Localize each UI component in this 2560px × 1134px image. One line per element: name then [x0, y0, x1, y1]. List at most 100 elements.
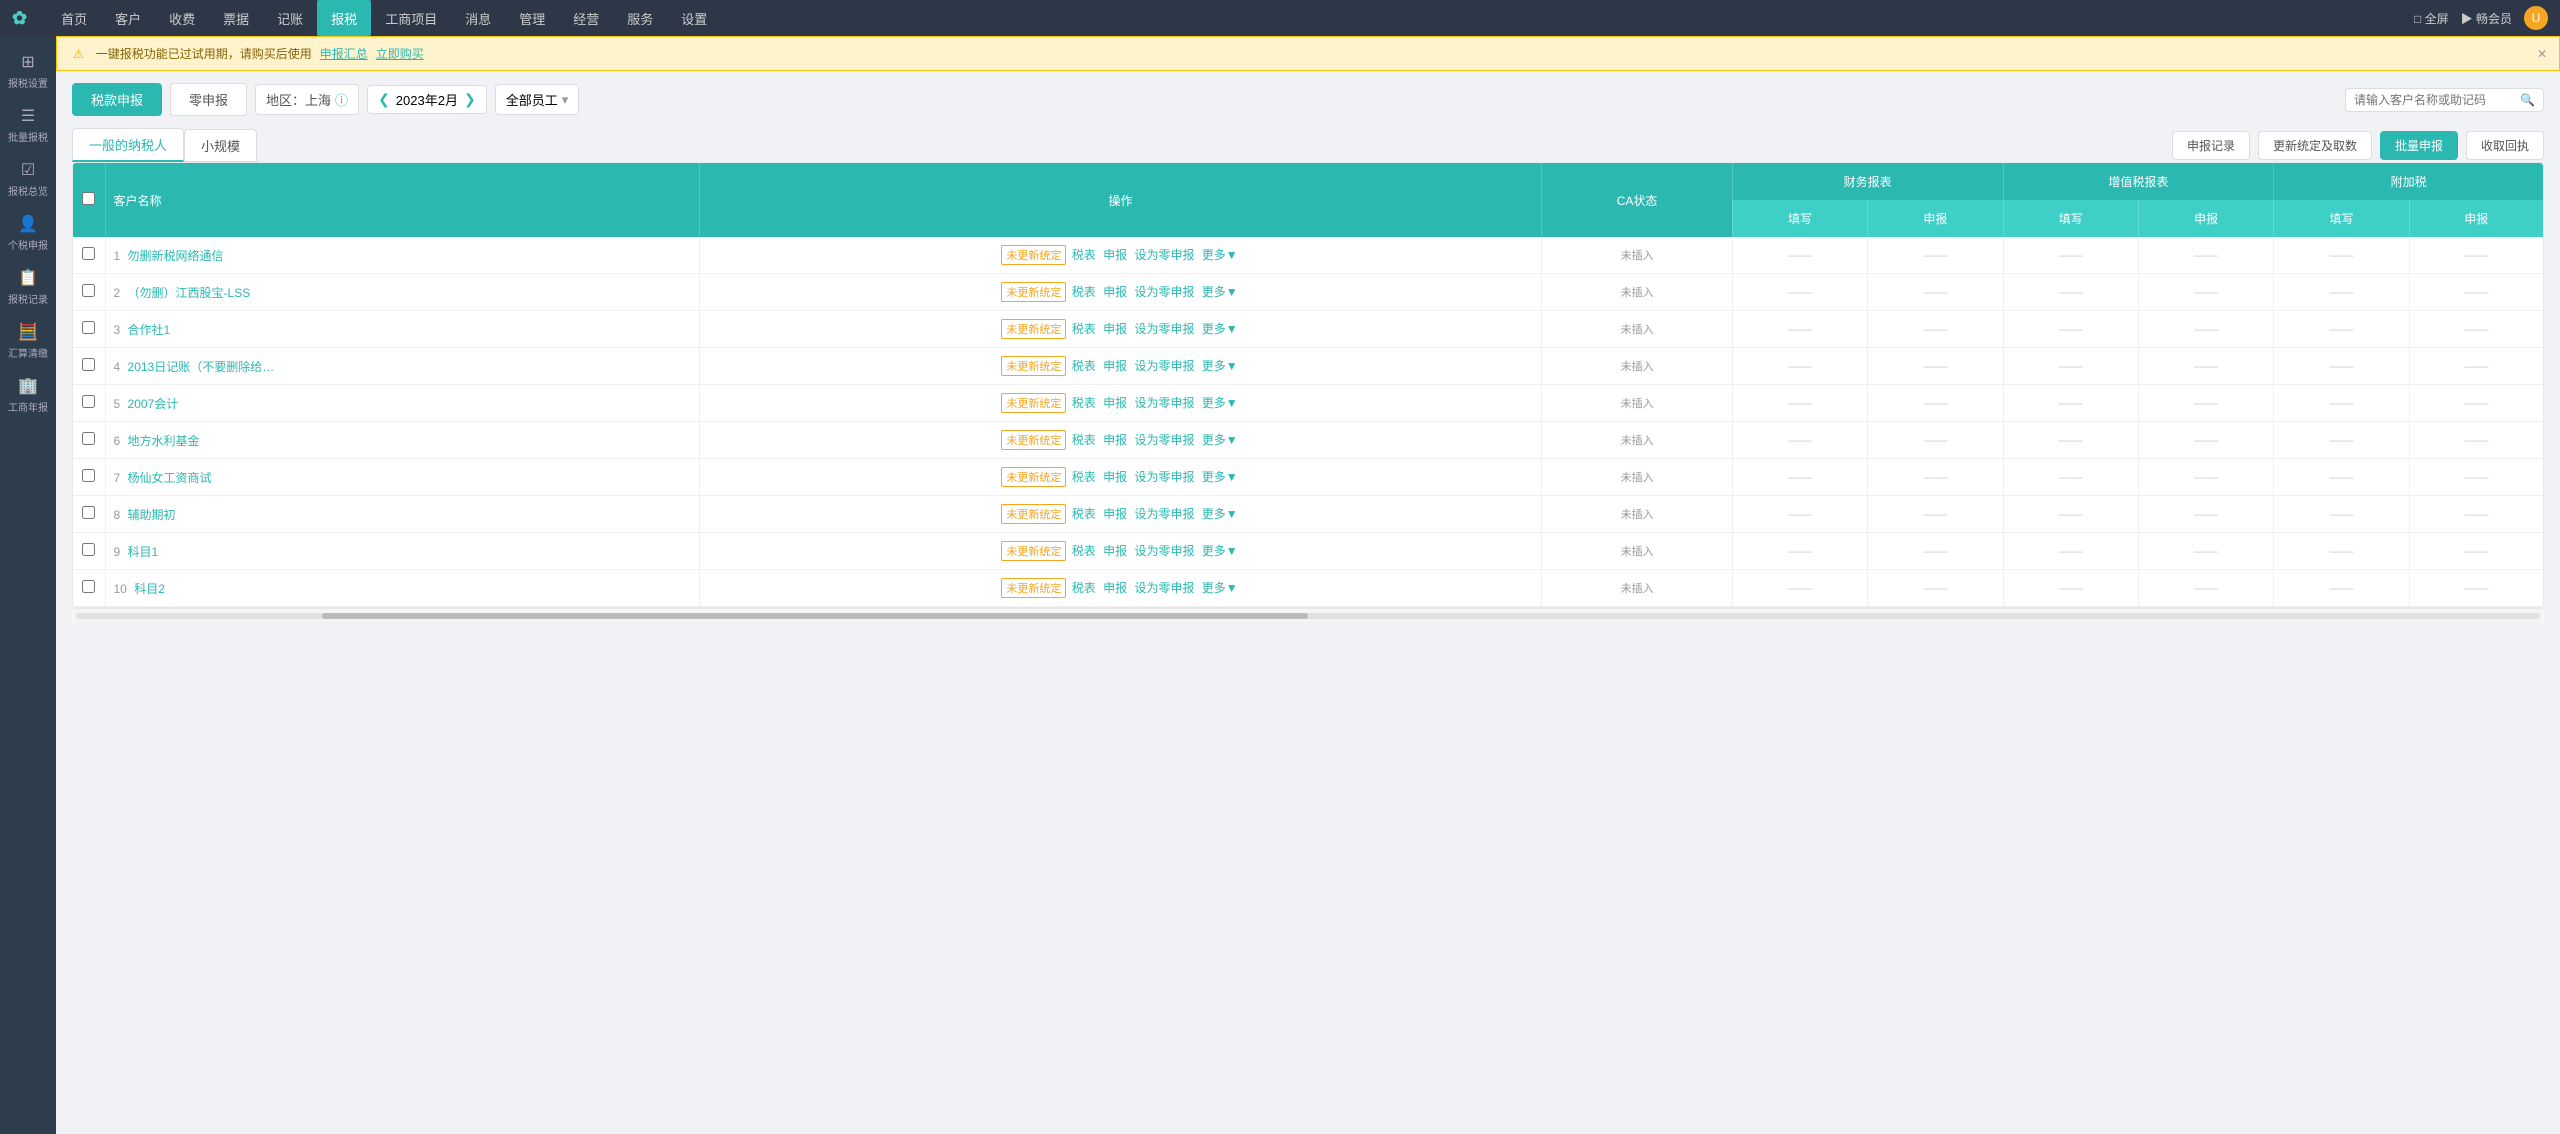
- batch-submit-btn[interactable]: 批量申报: [2380, 131, 2458, 160]
- report-summary-link[interactable]: 申报汇总: [320, 45, 368, 62]
- op-set-zero[interactable]: 设为零申报: [1134, 507, 1194, 521]
- row-checkbox-7[interactable]: [82, 506, 95, 519]
- nav-operation[interactable]: 经营: [559, 0, 613, 36]
- select-all-checkbox[interactable]: [82, 192, 95, 205]
- nav-home[interactable]: 首页: [47, 0, 101, 36]
- sidebar-item-personal-tax[interactable]: 👤 个税申报: [0, 206, 56, 260]
- op-tax-table[interactable]: 税表: [1072, 359, 1096, 373]
- row-checkbox-4[interactable]: [82, 395, 95, 408]
- op-more[interactable]: 更多▼: [1202, 322, 1238, 336]
- op-more[interactable]: 更多▼: [1202, 396, 1238, 410]
- op-submit[interactable]: 申报: [1103, 396, 1127, 410]
- op-tax-table[interactable]: 税表: [1072, 322, 1096, 336]
- op-set-zero[interactable]: 设为零申报: [1134, 470, 1194, 484]
- buy-now-link[interactable]: 立即购买: [376, 45, 424, 62]
- nav-manage[interactable]: 管理: [505, 0, 559, 36]
- nav-account[interactable]: 记账: [263, 0, 317, 36]
- row-client-name[interactable]: （勿删）江西股宝-LSS: [128, 286, 251, 300]
- op-more[interactable]: 更多▼: [1202, 285, 1238, 299]
- op-set-zero[interactable]: 设为零申报: [1134, 248, 1194, 262]
- op-tax-table[interactable]: 税表: [1072, 581, 1096, 595]
- op-more[interactable]: 更多▼: [1202, 544, 1238, 558]
- op-submit[interactable]: 申报: [1103, 470, 1127, 484]
- row-checkbox-9[interactable]: [82, 580, 95, 593]
- op-set-zero[interactable]: 设为零申报: [1134, 544, 1194, 558]
- op-more[interactable]: 更多▼: [1202, 470, 1238, 484]
- tab-zero-declaration[interactable]: 零申报: [170, 83, 247, 116]
- nav-business[interactable]: 工商项目: [371, 0, 451, 36]
- sidebar-item-annual-report[interactable]: 🏢 工商年报: [0, 368, 56, 422]
- op-tax-table[interactable]: 税表: [1072, 470, 1096, 484]
- nav-fee[interactable]: 收费: [155, 0, 209, 36]
- op-submit[interactable]: 申报: [1103, 359, 1127, 373]
- op-set-zero[interactable]: 设为零申报: [1134, 581, 1194, 595]
- sidebar-item-tax-settings[interactable]: ⊞ 报税设置: [0, 44, 56, 98]
- op-submit[interactable]: 申报: [1103, 248, 1127, 262]
- vip-btn[interactable]: ▶ 畅会员: [2461, 10, 2512, 27]
- op-tax-table[interactable]: 税表: [1072, 544, 1096, 558]
- next-month-arrow[interactable]: ❯: [464, 91, 476, 108]
- nav-invoice[interactable]: 票据: [209, 0, 263, 36]
- op-more[interactable]: 更多▼: [1202, 248, 1238, 262]
- search-icon[interactable]: 🔍: [2520, 93, 2535, 107]
- tab-tax-declaration[interactable]: 税款申报: [72, 83, 162, 116]
- row-checkbox-1[interactable]: [82, 284, 95, 297]
- search-input[interactable]: [2354, 93, 2514, 107]
- op-tax-table[interactable]: 税表: [1072, 248, 1096, 262]
- nav-tax[interactable]: 报税: [317, 0, 371, 36]
- row-client-name[interactable]: 勿删新税网络通信: [128, 249, 224, 263]
- op-set-zero[interactable]: 设为零申报: [1134, 359, 1194, 373]
- op-submit[interactable]: 申报: [1103, 285, 1127, 299]
- op-more[interactable]: 更多▼: [1202, 581, 1238, 595]
- row-client-name[interactable]: 辅助期初: [128, 508, 176, 522]
- op-more[interactable]: 更多▼: [1202, 507, 1238, 521]
- op-submit[interactable]: 申报: [1103, 581, 1127, 595]
- user-avatar[interactable]: U: [2524, 6, 2548, 30]
- record-btn[interactable]: 申报记录: [2172, 131, 2250, 160]
- row-client-name[interactable]: 合作社1: [128, 323, 171, 337]
- op-tax-table[interactable]: 税表: [1072, 507, 1096, 521]
- retrieve-btn[interactable]: 收取回执: [2466, 131, 2544, 160]
- sidebar-item-tax-records[interactable]: 📋 报税记录: [0, 260, 56, 314]
- op-submit[interactable]: 申报: [1103, 507, 1127, 521]
- op-submit[interactable]: 申报: [1103, 322, 1127, 336]
- row-client-name[interactable]: 2007会计: [128, 397, 179, 411]
- nav-client[interactable]: 客户: [101, 0, 155, 36]
- scroll-bar[interactable]: [72, 608, 2544, 622]
- row-client-name[interactable]: 科目1: [128, 545, 159, 559]
- tab-small-scale[interactable]: 小规模: [184, 129, 257, 162]
- department-selector[interactable]: 全部员工 ▾: [495, 84, 580, 115]
- row-checkbox-3[interactable]: [82, 358, 95, 371]
- fullscreen-btn[interactable]: □ 全屏: [2414, 10, 2449, 27]
- nav-message[interactable]: 消息: [451, 0, 505, 36]
- banner-close-icon[interactable]: ✕: [2537, 47, 2547, 61]
- op-more[interactable]: 更多▼: [1202, 359, 1238, 373]
- nav-settings[interactable]: 设置: [667, 0, 721, 36]
- row-client-name[interactable]: 地方水利基金: [128, 434, 200, 448]
- sidebar-item-settlement[interactable]: 🧮 汇算清缴: [0, 314, 56, 368]
- op-tax-table[interactable]: 税表: [1072, 285, 1096, 299]
- row-client-name[interactable]: 科目2: [134, 582, 165, 596]
- op-tax-table[interactable]: 税表: [1072, 396, 1096, 410]
- sidebar-item-batch-tax[interactable]: ☰ 批量报税: [0, 98, 56, 152]
- row-checkbox-8[interactable]: [82, 543, 95, 556]
- sidebar-item-tax-overview[interactable]: ☑ 报税总览: [0, 152, 56, 206]
- row-checkbox-6[interactable]: [82, 469, 95, 482]
- op-more[interactable]: 更多▼: [1202, 433, 1238, 447]
- row-client-name[interactable]: 2013日记账（不要删除给…: [128, 360, 275, 374]
- nav-service[interactable]: 服务: [613, 0, 667, 36]
- row-checkbox-5[interactable]: [82, 432, 95, 445]
- op-submit[interactable]: 申报: [1103, 433, 1127, 447]
- op-tax-table[interactable]: 税表: [1072, 433, 1096, 447]
- row-checkbox-0[interactable]: [82, 247, 95, 260]
- op-set-zero[interactable]: 设为零申报: [1134, 285, 1194, 299]
- row-client-name[interactable]: 杨仙女工资商试: [128, 471, 212, 485]
- row-checkbox-2[interactable]: [82, 321, 95, 334]
- tab-general-taxpayer[interactable]: 一般的纳税人: [72, 128, 184, 162]
- op-set-zero[interactable]: 设为零申报: [1134, 396, 1194, 410]
- op-submit[interactable]: 申报: [1103, 544, 1127, 558]
- op-set-zero[interactable]: 设为零申报: [1134, 322, 1194, 336]
- update-btn[interactable]: 更新统定及取数: [2258, 131, 2372, 160]
- prev-month-arrow[interactable]: ❮: [378, 91, 390, 108]
- op-set-zero[interactable]: 设为零申报: [1134, 433, 1194, 447]
